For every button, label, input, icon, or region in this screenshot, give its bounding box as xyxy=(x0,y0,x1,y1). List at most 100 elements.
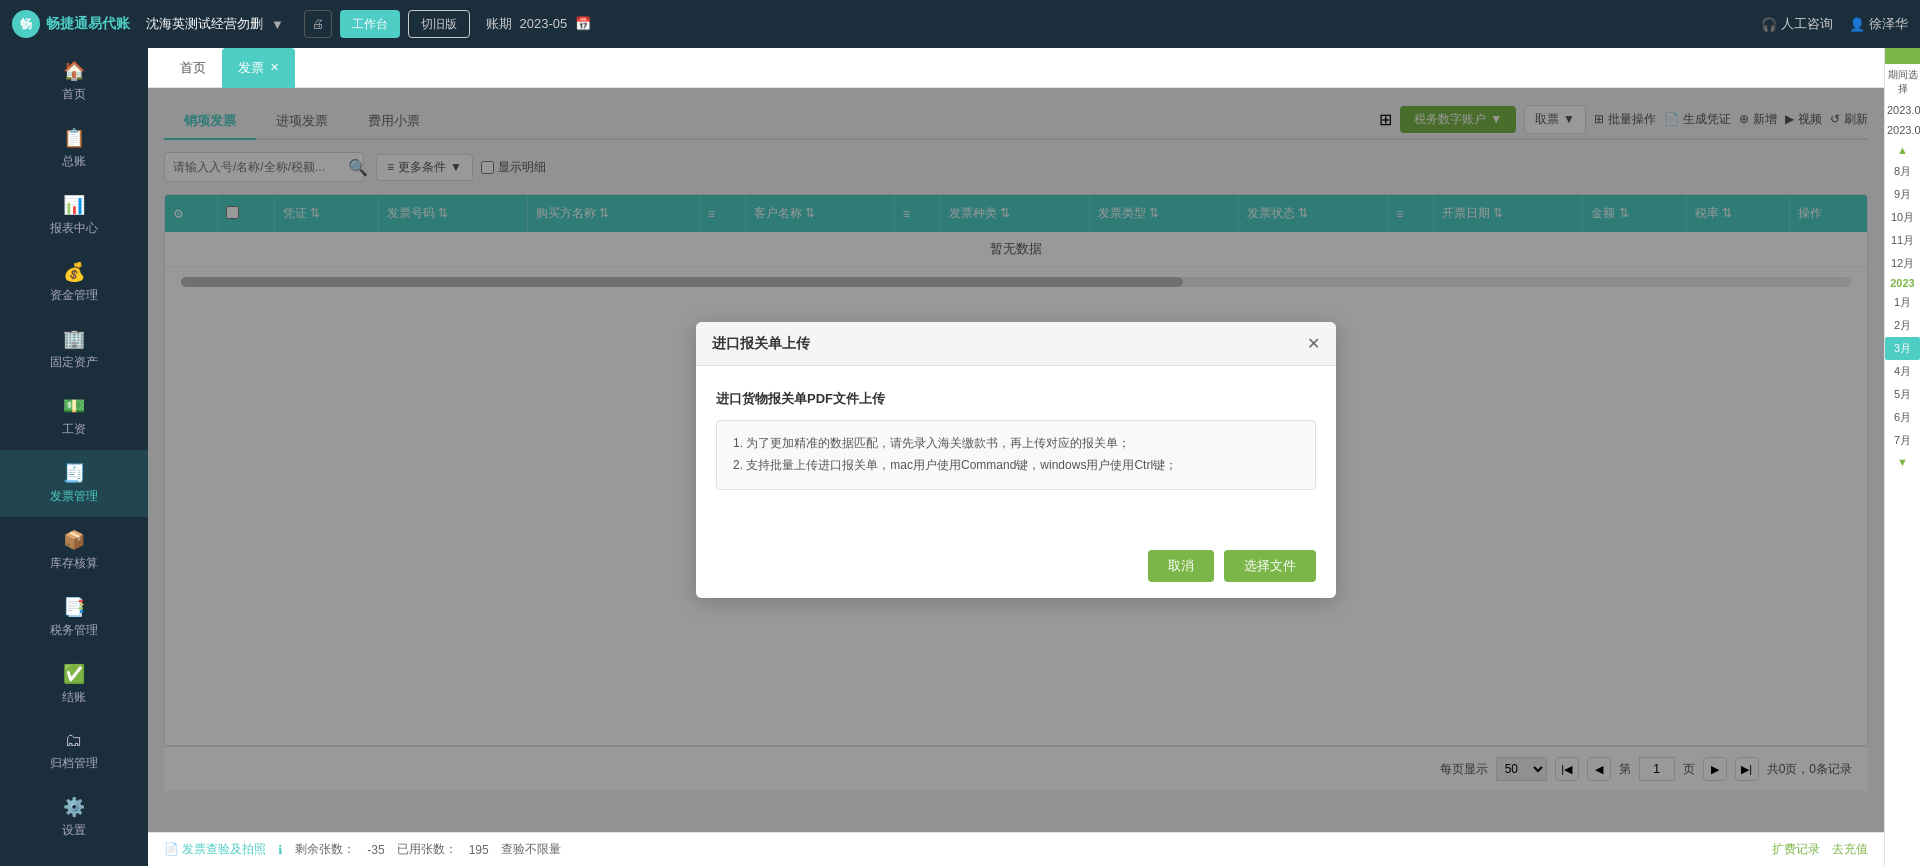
period-select-label: 期间选择 xyxy=(1885,64,1920,100)
period-2023-03-2[interactable]: 2023.03 xyxy=(1885,120,1920,140)
topbar-right: 🎧 人工咨询 👤 徐泽华 xyxy=(1761,15,1908,33)
workspace-button[interactable]: 工作台 xyxy=(340,10,400,38)
sidebar-label-archive: 归档管理 xyxy=(50,755,98,772)
period-5[interactable]: 5月 xyxy=(1885,383,1920,406)
period-7[interactable]: 7月 xyxy=(1885,429,1920,452)
sidebar-item-salary[interactable]: 💵 工资 xyxy=(0,383,148,450)
invoice-check-label[interactable]: 📄 发票查验及拍照 xyxy=(164,841,266,858)
sidebar-item-tax[interactable]: 📑 税务管理 xyxy=(0,584,148,651)
main-layout: 🏠 首页 📋 总账 📊 报表中心 💰 资金管理 🏢 固定资产 💵 工资 🧾 发票… xyxy=(0,48,1920,866)
period-1[interactable]: 1月 xyxy=(1885,291,1920,314)
modal-close-button[interactable]: ✕ xyxy=(1307,334,1320,353)
settings-icon: ⚙️ xyxy=(63,796,85,818)
modal-notice-line-1: 1. 为了更加精准的数据匹配，请先录入海关缴款书，再上传对应的报关单； xyxy=(733,433,1299,455)
period-3[interactable]: 3月 xyxy=(1885,337,1920,360)
doc-icon: 📄 xyxy=(164,842,179,856)
tab-invoice[interactable]: 发票 ✕ xyxy=(222,48,295,88)
sidebar-label-ledger: 总账 xyxy=(62,153,86,170)
sidebar-label-funds: 资金管理 xyxy=(50,287,98,304)
page-content: 销项发票 进项发票 费用小票 ⊞ 税务数字账户 ▼ 取票 xyxy=(148,88,1884,832)
modal-body: 进口货物报关单PDF文件上传 1. 为了更加精准的数据匹配，请先录入海关缴款书，… xyxy=(696,366,1336,533)
app-logo: 畅 畅捷通易代账 xyxy=(12,10,130,38)
sidebar-item-settings[interactable]: ⚙️ 设置 xyxy=(0,784,148,851)
service-link[interactable]: 🎧 人工咨询 xyxy=(1761,15,1833,33)
period-year-2023: 2023 xyxy=(1888,275,1916,291)
check-unlimited: 查验不限量 xyxy=(501,841,561,858)
logo-icon: 畅 xyxy=(12,10,40,38)
sidebar-label-invoice: 发票管理 xyxy=(50,488,98,505)
info-icon[interactable]: ℹ xyxy=(278,843,283,857)
modal-select-file-button[interactable]: 选择文件 xyxy=(1224,550,1316,582)
page-footer: 📄 发票查验及拍照 ℹ 剩余张数： -35 已用张数： 195 查验不限量 扩费… xyxy=(148,832,1884,866)
sidebar-item-guide[interactable]: 🎓 新手引导 xyxy=(0,851,148,866)
tab-close-icon[interactable]: ✕ xyxy=(270,61,279,74)
sidebar-item-invoice[interactable]: 🧾 发票管理 xyxy=(0,450,148,517)
recharge-link[interactable]: 去充值 xyxy=(1832,841,1868,858)
tax-icon: 📑 xyxy=(63,596,85,618)
modal-cancel-button[interactable]: 取消 xyxy=(1148,550,1214,582)
home-icon: 🏠 xyxy=(63,60,85,82)
sidebar-item-ledger[interactable]: 📋 总账 xyxy=(0,115,148,182)
tab-invoice-label: 发票 xyxy=(238,59,264,77)
sidebar-item-inventory[interactable]: 📦 库存核算 xyxy=(0,517,148,584)
sidebar-item-home[interactable]: 🏠 首页 xyxy=(0,48,148,115)
sidebar-item-checkout[interactable]: ✅ 结账 xyxy=(0,651,148,718)
period-9[interactable]: 9月 xyxy=(1885,183,1920,206)
remaining-label: 剩余张数： xyxy=(295,841,355,858)
sidebar-label-checkout: 结账 xyxy=(62,689,86,706)
sidebar-item-reports[interactable]: 📊 报表中心 xyxy=(0,182,148,249)
salary-icon: 💵 xyxy=(63,395,85,417)
used-label: 已用张数： xyxy=(397,841,457,858)
period-10[interactable]: 10月 xyxy=(1885,206,1920,229)
period-12[interactable]: 12月 xyxy=(1885,252,1920,275)
inventory-icon: 📦 xyxy=(63,529,85,551)
assets-icon: 🏢 xyxy=(63,328,85,350)
modal-section-title: 进口货物报关单PDF文件上传 xyxy=(716,390,1316,408)
company-dropdown-icon: ▼ xyxy=(271,17,284,32)
modal-header: 进口报关单上传 ✕ xyxy=(696,322,1336,366)
ledger-icon: 📋 xyxy=(63,127,85,149)
company-selector[interactable]: 沈海英测试经营勿删 ▼ xyxy=(146,15,284,33)
checkout-icon: ✅ xyxy=(63,663,85,685)
sidebar-label-salary: 工资 xyxy=(62,421,86,438)
modal-title: 进口报关单上传 xyxy=(712,335,810,353)
sidebar-label-tax: 税务管理 xyxy=(50,622,98,639)
modal-overlay[interactable]: 进口报关单上传 ✕ 进口货物报关单PDF文件上传 1. 为了更加精准的数据匹配，… xyxy=(148,88,1884,832)
tab-home[interactable]: 首页 xyxy=(164,48,222,88)
period-2[interactable]: 2月 xyxy=(1885,314,1920,337)
period-8[interactable]: 8月 xyxy=(1885,160,1920,183)
funds-icon: 💰 xyxy=(63,261,85,283)
modal-notice-line-2: 2. 支持批量上传进口报关单，mac用户使用Command键，windows用户… xyxy=(733,455,1299,477)
upload-modal: 进口报关单上传 ✕ 进口货物报关单PDF文件上传 1. 为了更加精准的数据匹配，… xyxy=(696,322,1336,597)
sidebar-item-funds[interactable]: 💰 资金管理 xyxy=(0,249,148,316)
modal-notice: 1. 为了更加精准的数据匹配，请先录入海关缴款书，再上传对应的报关单； 2. 支… xyxy=(716,420,1316,489)
sidebar-item-archive[interactable]: 🗂 归档管理 xyxy=(0,718,148,784)
content-area: 首页 发票 ✕ 销项发票 进项发票 费用小票 xyxy=(148,48,1884,866)
user-avatar-icon: 👤 xyxy=(1849,17,1865,32)
open-invoice-date-btn[interactable]: 开票日期 xyxy=(1885,48,1920,64)
reports-icon: 📊 xyxy=(63,194,85,216)
sidebar-item-assets[interactable]: 🏢 固定资产 xyxy=(0,316,148,383)
sidebar-label-inventory: 库存核算 xyxy=(50,555,98,572)
app-name: 畅捷通易代账 xyxy=(46,15,130,33)
print-icon-btn[interactable]: 🖨 xyxy=(304,10,332,38)
right-panel: 开票日期 期间选择 2023.03 2023.03 ▲ 8月 9月 10月 11… xyxy=(1884,48,1920,866)
used-value: 195 xyxy=(469,843,489,857)
footer-links: 扩费记录 去充值 xyxy=(1772,841,1868,858)
sidebar-label-home: 首页 xyxy=(62,86,86,103)
user-menu[interactable]: 👤 徐泽华 xyxy=(1849,15,1908,33)
period-11[interactable]: 11月 xyxy=(1885,229,1920,252)
period-4[interactable]: 4月 xyxy=(1885,360,1920,383)
company-name: 沈海英测试经营勿删 xyxy=(146,15,263,33)
sidebar-label-reports: 报表中心 xyxy=(50,220,98,237)
period-nav-up[interactable]: ▲ xyxy=(1885,140,1920,160)
period-nav-down[interactable]: ▼ xyxy=(1885,452,1920,472)
purchase-record-link[interactable]: 扩费记录 xyxy=(1772,841,1820,858)
period-2023-03-1[interactable]: 2023.03 xyxy=(1885,100,1920,120)
invoice-icon: 🧾 xyxy=(63,462,85,484)
calendar-icon[interactable]: 📅 xyxy=(575,16,591,31)
period-6[interactable]: 6月 xyxy=(1885,406,1920,429)
sidebar-label-assets: 固定资产 xyxy=(50,354,98,371)
service-icon: 🎧 xyxy=(1761,17,1777,32)
switch-version-button[interactable]: 切旧版 xyxy=(408,10,470,38)
